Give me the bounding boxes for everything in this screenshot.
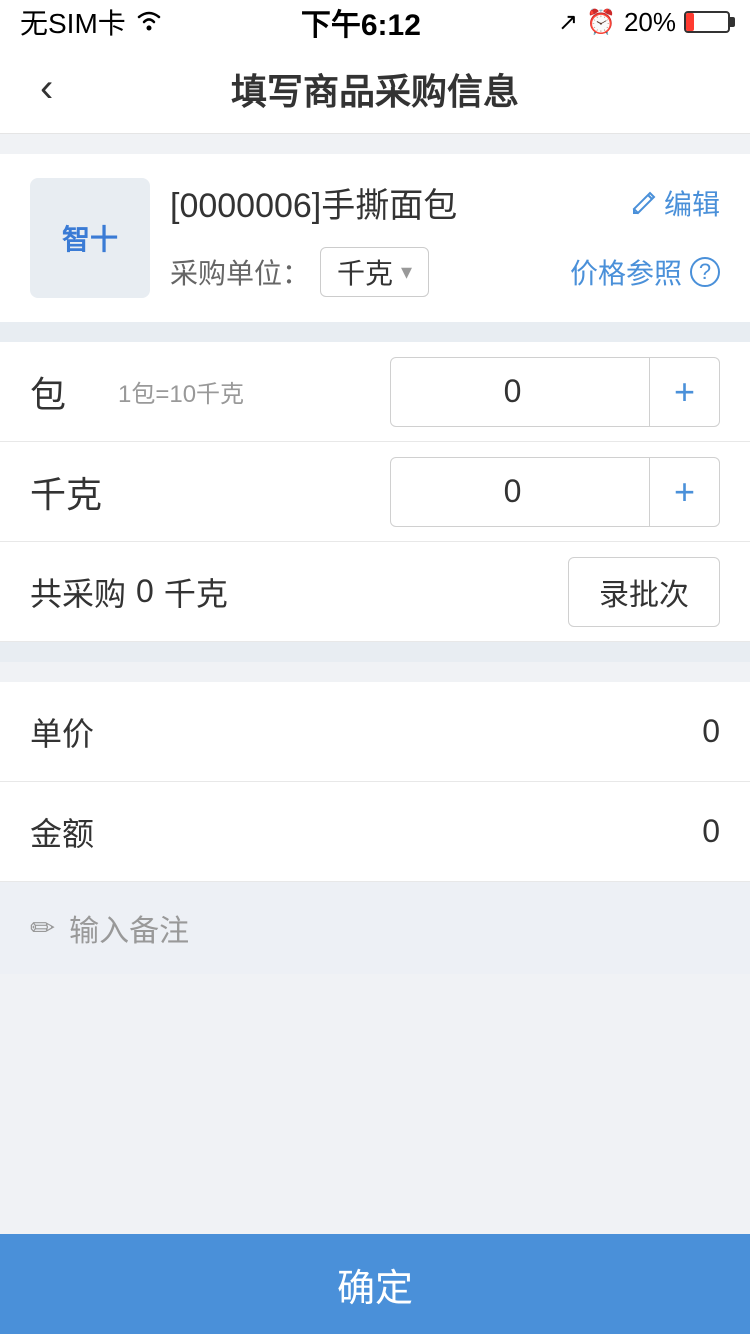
product-card: 智十 [0000006]手撕面包 编辑 采购单位： 千克 [0, 154, 750, 322]
kg-plus-button[interactable]: + [650, 457, 720, 527]
divider-2 [0, 642, 750, 662]
input-section: 包 1包=10千克 + 千克 + 共采购 0 千克 录批次 [0, 342, 750, 642]
edit-label: 编辑 [664, 183, 720, 223]
total-amount: 0 [136, 573, 154, 610]
bao-row: 包 1包=10千克 + [0, 342, 750, 442]
total-row: 共采购 0 千克 录批次 [0, 542, 750, 642]
status-time: 下午6:12 [301, 0, 421, 44]
kg-row: 千克 + [0, 442, 750, 542]
divider-1 [0, 322, 750, 342]
kg-input[interactable] [390, 457, 650, 527]
remark-placeholder: 输入备注 [69, 906, 189, 950]
unit-price-value: 0 [702, 713, 720, 750]
price-ref-label: 价格参照 [570, 252, 682, 292]
unit-price-label: 单价 [30, 709, 94, 755]
price-info-section: 单价 0 金额 0 [0, 682, 750, 882]
product-image: 智十 [30, 178, 150, 298]
unit-selector[interactable]: 千克 ▾ [320, 247, 429, 297]
unit-price-row: 单价 0 [0, 682, 750, 782]
confirm-button[interactable]: 确定 [0, 1234, 750, 1334]
product-logo-text: 智十 [62, 218, 118, 258]
purchase-unit-row: 采购单位： 千克 ▾ 价格参照 ? [170, 247, 720, 297]
status-right: ↗ ⏰ 20% [558, 7, 730, 38]
batch-button[interactable]: 录批次 [568, 557, 720, 627]
battery-indicator [684, 11, 730, 33]
back-button[interactable]: ‹ [30, 56, 63, 121]
nav-bar: ‹ 填写商品采购信息 [0, 44, 750, 134]
unit-value: 千克 [337, 252, 393, 292]
alarm-icon: ⏰ [586, 8, 616, 37]
kg-label: 千克 [30, 466, 110, 518]
kg-input-control: + [390, 457, 720, 527]
total-label: 共采购 [30, 569, 126, 615]
purchase-unit-label: 采购单位： [170, 252, 310, 292]
edit-button[interactable]: 编辑 [630, 183, 720, 223]
product-info: [0000006]手撕面包 编辑 采购单位： 千克 ▾ [170, 178, 720, 297]
status-bar: 无SIM卡 下午6:12 ↗ ⏰ 20% [0, 0, 750, 44]
bao-input[interactable] [390, 357, 650, 427]
price-ref-button[interactable]: 价格参照 ? [570, 252, 720, 292]
amount-value: 0 [702, 813, 720, 850]
edit-icon [630, 189, 658, 217]
page-title: 填写商品采购信息 [231, 63, 519, 115]
remark-section[interactable]: ✏ 输入备注 [0, 882, 750, 974]
product-full-name: [0000006]手撕面包 [170, 178, 457, 227]
pencil-icon: ✏ [30, 911, 55, 946]
status-left: 无SIM卡 [20, 2, 164, 42]
bao-label: 包 [30, 366, 110, 418]
dropdown-arrow-icon: ▾ [401, 259, 412, 285]
carrier-label: 无SIM卡 [20, 2, 126, 42]
location-icon: ↗ [558, 8, 578, 37]
wifi-icon [134, 6, 164, 38]
battery-percent: 20% [624, 7, 676, 38]
total-unit: 千克 [164, 569, 228, 615]
bao-hint: 1包=10千克 [118, 374, 390, 409]
bao-plus-button[interactable]: + [650, 357, 720, 427]
info-circle-icon: ? [690, 257, 720, 287]
amount-label: 金额 [30, 809, 94, 855]
bao-input-control: + [390, 357, 720, 427]
amount-row: 金额 0 [0, 782, 750, 882]
product-name-row: [0000006]手撕面包 编辑 [170, 178, 720, 227]
